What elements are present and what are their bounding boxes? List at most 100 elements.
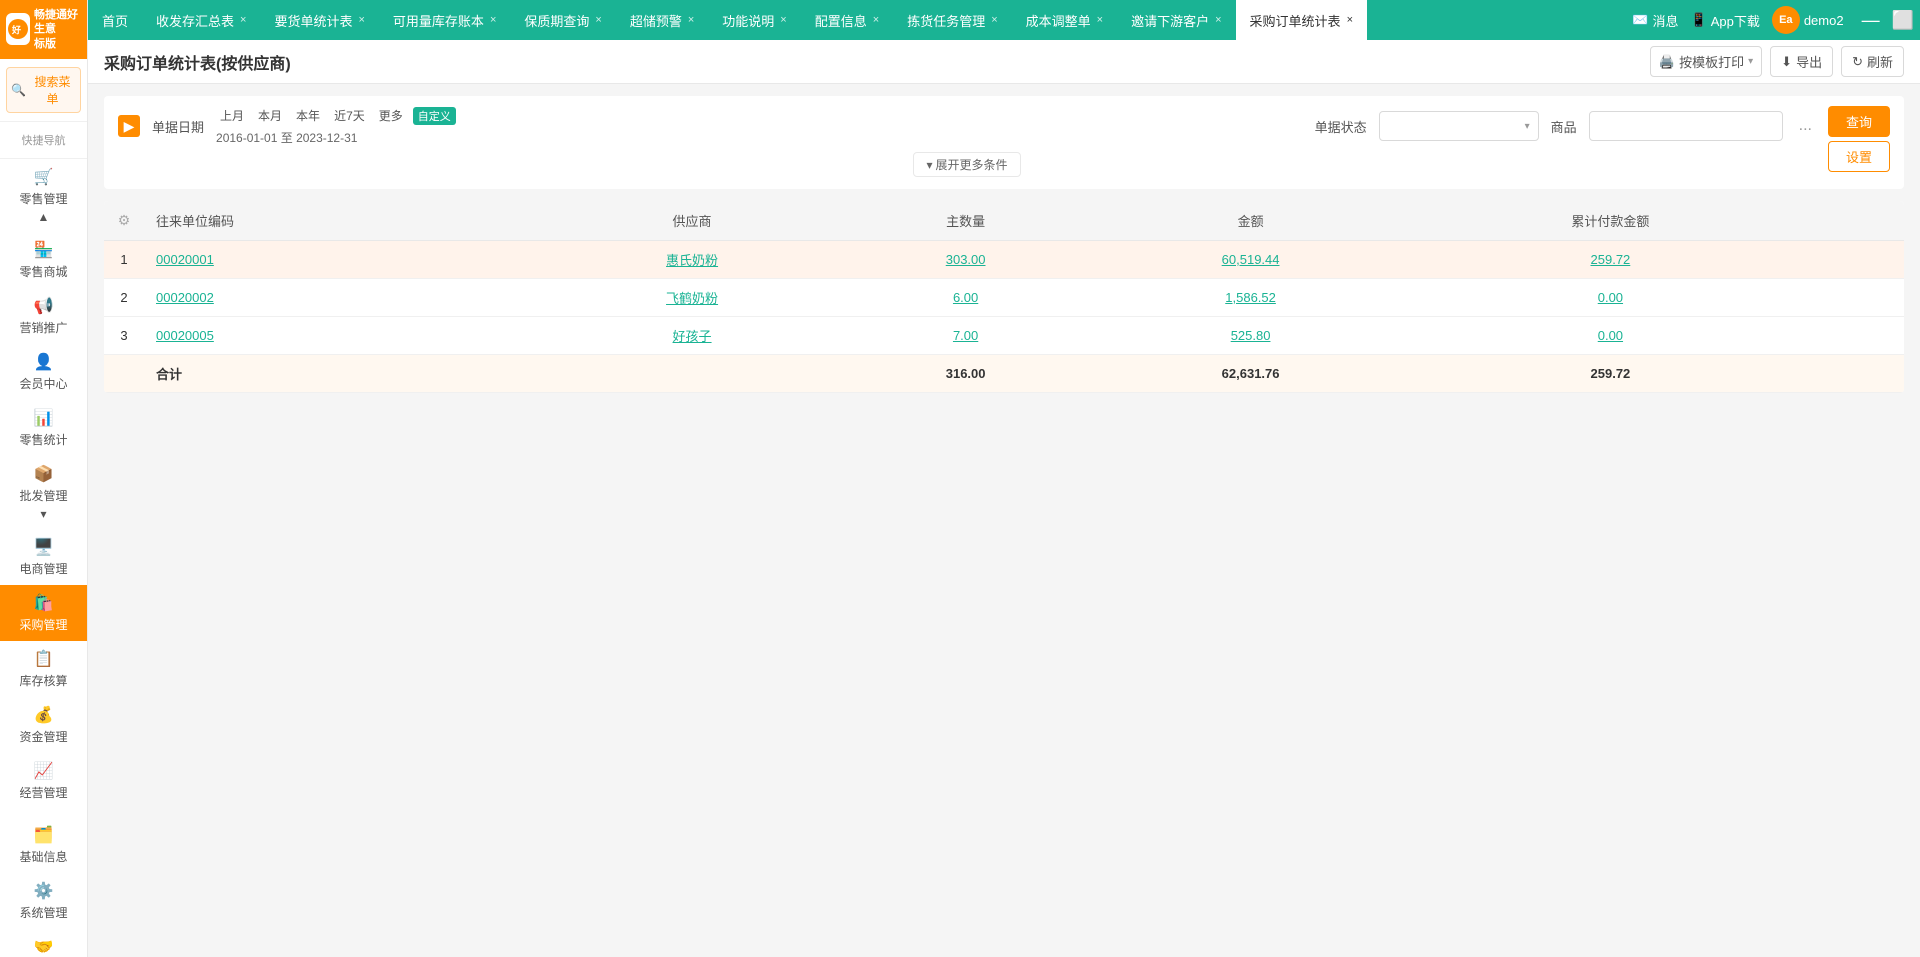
sidebar-item-enterprise[interactable]: 🤝 企业协同 — [0, 929, 87, 957]
tab-close-goods-stats[interactable]: × — [358, 14, 364, 26]
shortcut-this-month[interactable]: 本月 — [254, 106, 286, 125]
sidebar-item-purchase[interactable]: 🛍️ 采购管理 — [0, 585, 87, 641]
amount-link-2[interactable]: 1,586.52 — [1225, 290, 1276, 305]
cell-seq-3: 3 — [104, 317, 144, 355]
tab-close-purchase-stats[interactable]: × — [1347, 14, 1353, 26]
user-menu[interactable]: Ea demo2 — [1772, 6, 1844, 34]
shortcut-7days[interactable]: 近7天 — [330, 106, 369, 125]
sidebar-item-retail-stats[interactable]: 📊 零售统计 — [0, 400, 87, 456]
shortcut-more-dates[interactable]: 更多 — [375, 106, 407, 125]
tab-close-func-desc[interactable]: × — [780, 14, 786, 26]
cell-paid-3: 0.00 — [1411, 317, 1810, 355]
print-button[interactable]: 🖨️ 按模板打印 ▾ — [1650, 46, 1762, 77]
sidebar-item-retail-mall[interactable]: 🏪 零售商城 — [0, 232, 87, 288]
ops-icon: 📈 — [34, 761, 54, 781]
filter-actions: 查询 设置 — [1828, 106, 1890, 179]
tab-overstock[interactable]: 超储预警 × — [616, 0, 708, 40]
tab-invite[interactable]: 邀请下游客户 × — [1117, 0, 1235, 40]
message-button[interactable]: ✉️ 消息 — [1632, 11, 1678, 30]
tab-close-invite[interactable]: × — [1215, 14, 1221, 26]
sidebar-item-wholesale[interactable]: 📦 批发管理 ▾ — [0, 456, 87, 529]
member-icon: 👤 — [34, 352, 54, 372]
paid-link-1[interactable]: 259.72 — [1591, 252, 1631, 267]
refresh-button[interactable]: ↻ 刷新 — [1841, 46, 1904, 77]
tab-purchase-stats[interactable]: 采购订单统计表 × — [1236, 0, 1367, 40]
sidebar: 好 畅捷通好生意 标版 🔍 搜索菜单 快捷导航 🛒 零售管理 ▲ 🏪 零售商城 … — [0, 0, 88, 957]
shortcut-last-month[interactable]: 上月 — [216, 106, 248, 125]
tab-close-expiry[interactable]: × — [595, 14, 601, 26]
tab-close-overstock[interactable]: × — [688, 14, 694, 26]
footer-supplier-empty — [543, 355, 841, 393]
sidebar-item-member[interactable]: 👤 会员中心 — [0, 344, 87, 400]
sidebar-item-marketing[interactable]: 📢 营销推广 — [0, 288, 87, 344]
tab-expiry[interactable]: 保质期查询 × — [510, 0, 615, 40]
more-filter-dots[interactable]: ... — [1795, 117, 1816, 135]
export-button[interactable]: ⬇ 导出 — [1770, 46, 1833, 77]
tab-avail-stock[interactable]: 可用量库存账本 × — [379, 0, 510, 40]
sidebar-item-sys[interactable]: ⚙️ 系统管理 — [0, 873, 87, 929]
goods-input[interactable] — [1589, 111, 1783, 141]
sidebar-item-basic[interactable]: 🗂️ 基础信息 — [0, 817, 87, 873]
app-download-icon: 📱 — [1691, 12, 1707, 28]
shortcut-this-year[interactable]: 本年 — [292, 106, 324, 125]
footer-empty — [104, 355, 144, 393]
tab-pick-task[interactable]: 拣货任务管理 × — [893, 0, 1011, 40]
sidebar-item-ops[interactable]: 📈 经营管理 — [0, 753, 87, 809]
cell-extra-1 — [1810, 241, 1904, 279]
paid-link-3[interactable]: 0.00 — [1598, 328, 1623, 343]
custom-date-tag[interactable]: 自定义 — [413, 107, 456, 125]
sidebar-item-ecommerce[interactable]: 🖥️ 电商管理 — [0, 529, 87, 585]
status-label: 单据状态 — [1315, 117, 1367, 136]
amount-link-3[interactable]: 525.80 — [1231, 328, 1271, 343]
unit-code-link-3[interactable]: 00020005 — [156, 328, 214, 343]
tab-close-config[interactable]: × — [873, 14, 879, 26]
col-qty: 主数量 — [841, 201, 1091, 241]
tab-cost-adj[interactable]: 成本调整单 × — [1012, 0, 1117, 40]
sidebar-item-retail-mgmt[interactable]: 🛒 零售管理 ▲ — [0, 159, 87, 232]
tab-func-desc[interactable]: 功能说明 × — [708, 0, 800, 40]
tab-goods-stats[interactable]: 要货单统计表 × — [260, 0, 378, 40]
table-header: ⚙ 往来单位编码 供应商 主数量 金额 — [104, 201, 1904, 241]
maximize-button[interactable]: ⬜ — [1886, 6, 1920, 35]
paid-link-2[interactable]: 0.00 — [1598, 290, 1623, 305]
sidebar-search-section: 🔍 搜索菜单 — [0, 59, 87, 122]
filter-toggle-button[interactable]: ▶ — [118, 115, 140, 137]
tab-close-cost-adj[interactable]: × — [1097, 14, 1103, 26]
enterprise-icon: 🤝 — [34, 937, 54, 957]
qty-link-2[interactable]: 6.00 — [953, 290, 978, 305]
unit-code-link-2[interactable]: 00020002 — [156, 290, 214, 305]
tab-close-avail-stock[interactable]: × — [490, 14, 496, 26]
date-filter-label: 单据日期 — [152, 117, 204, 136]
qty-link-3[interactable]: 7.00 — [953, 328, 978, 343]
print-dropdown-icon: ▾ — [1748, 56, 1753, 67]
supplier-link-3[interactable]: 好孩子 — [673, 329, 712, 344]
sidebar-item-inventory[interactable]: 📋 库存核算 — [0, 641, 87, 697]
expand-more-button[interactable]: ▾ 展开更多条件 — [913, 152, 1020, 177]
cell-amount-3: 525.80 — [1090, 317, 1410, 355]
nav-home[interactable]: 首页 — [88, 0, 142, 40]
tab-config[interactable]: 配置信息 × — [801, 0, 893, 40]
status-select[interactable]: ▾ — [1379, 111, 1539, 141]
query-button[interactable]: 查询 — [1828, 106, 1890, 137]
app-logo[interactable]: 好 畅捷通好生意 标版 — [0, 0, 87, 59]
search-menu-button[interactable]: 🔍 搜索菜单 — [6, 67, 81, 113]
sidebar-item-finance[interactable]: 💰 资金管理 — [0, 697, 87, 753]
footer-amount: 62,631.76 — [1090, 355, 1410, 393]
cell-code-1: 00020001 — [144, 241, 543, 279]
unit-code-link-1[interactable]: 00020001 — [156, 252, 214, 267]
supplier-link-2[interactable]: 飞鹤奶粉 — [666, 291, 718, 306]
supplier-link-1[interactable]: 惠氏奶粉 — [666, 253, 718, 268]
minimize-button[interactable]: — — [1856, 6, 1886, 35]
tab-close-collect-send[interactable]: × — [240, 14, 246, 26]
cell-amount-2: 1,586.52 — [1090, 279, 1410, 317]
amount-link-1[interactable]: 60,519.44 — [1222, 252, 1280, 267]
table-settings-icon[interactable]: ⚙ — [118, 212, 131, 228]
cell-supplier-1: 惠氏奶粉 — [543, 241, 841, 279]
settings-button[interactable]: 设置 — [1828, 141, 1890, 172]
app-download-button[interactable]: 📱 App下载 — [1691, 11, 1760, 30]
col-paid: 累计付款金额 — [1411, 201, 1810, 241]
table-row: 2 00020002 飞鹤奶粉 6.00 1,586.52 — [104, 279, 1904, 317]
qty-link-1[interactable]: 303.00 — [946, 252, 986, 267]
tab-collect-send[interactable]: 收发存汇总表 × — [142, 0, 260, 40]
tab-close-pick-task[interactable]: × — [991, 14, 997, 26]
